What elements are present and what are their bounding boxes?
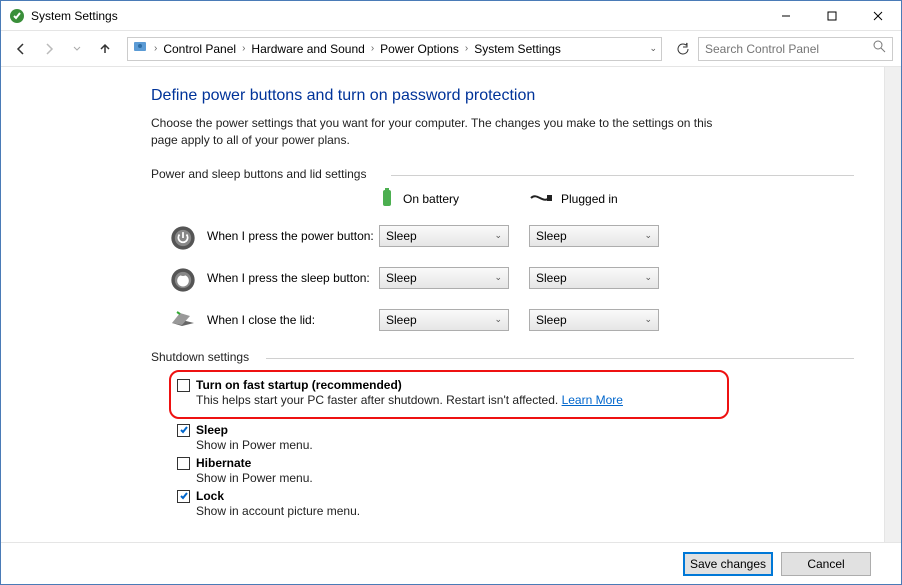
chevron-down-icon: ⌄	[494, 272, 502, 283]
crumb-hardware-sound[interactable]: Hardware and Sound	[251, 42, 364, 56]
chevron-right-icon: ›	[465, 43, 468, 54]
section-header-buttons: Power and sleep buttons and lid settings	[151, 167, 884, 181]
lock-sub: Show in account picture menu.	[196, 504, 360, 518]
checkbox-sleep[interactable]	[177, 424, 190, 437]
chevron-down-icon: ⌄	[644, 230, 652, 241]
select-sleep-plugged[interactable]: Sleep⌄	[529, 267, 659, 289]
page-description: Choose the power settings that you want …	[151, 115, 721, 149]
recent-dropdown[interactable]	[65, 37, 89, 61]
app-icon	[9, 8, 25, 24]
select-lid-plugged[interactable]: Sleep⌄	[529, 309, 659, 331]
checkbox-lock[interactable]	[177, 490, 190, 503]
window-title: System Settings	[31, 9, 118, 23]
page-title: Define power buttons and turn on passwor…	[151, 87, 884, 105]
row-close-lid: When I close the lid: Sleep⌄ Sleep⌄	[169, 308, 729, 332]
up-button[interactable]	[93, 37, 117, 61]
checkbox-hibernate[interactable]	[177, 457, 190, 470]
hibernate-label: Hibernate	[196, 456, 313, 470]
fast-startup-label: Turn on fast startup (recommended)	[196, 378, 623, 392]
vertical-scrollbar[interactable]	[884, 67, 901, 542]
search-icon	[873, 40, 886, 58]
crumb-system-settings[interactable]: System Settings	[474, 42, 561, 56]
plug-icon	[529, 190, 553, 209]
maximize-button[interactable]	[809, 1, 855, 31]
chevron-right-icon: ›	[154, 43, 157, 54]
minimize-button[interactable]	[763, 1, 809, 31]
crumb-power-options[interactable]: Power Options	[380, 42, 459, 56]
refresh-button[interactable]	[672, 38, 694, 60]
titlebar: System Settings	[1, 1, 901, 31]
lock-label: Lock	[196, 489, 360, 503]
back-button[interactable]	[9, 37, 33, 61]
fast-startup-highlight: Turn on fast startup (recommended) This …	[169, 370, 729, 419]
cancel-button[interactable]: Cancel	[781, 552, 871, 576]
chevron-down-icon: ⌄	[494, 314, 502, 325]
crumb-control-panel[interactable]: Control Panel	[163, 42, 236, 56]
breadcrumb[interactable]: › Control Panel › Hardware and Sound › P…	[127, 37, 662, 61]
power-button-icon	[169, 224, 197, 248]
content-area: Define power buttons and turn on passwor…	[1, 67, 884, 542]
select-sleep-battery[interactable]: Sleep⌄	[379, 267, 509, 289]
control-panel-icon	[132, 39, 148, 58]
chevron-down-icon[interactable]: ⌄	[649, 43, 657, 54]
chevron-down-icon: ⌄	[494, 230, 502, 241]
section-header-shutdown: Shutdown settings	[151, 350, 884, 364]
battery-icon	[379, 187, 395, 212]
save-button[interactable]: Save changes	[683, 552, 773, 576]
lid-icon	[169, 308, 197, 332]
chevron-down-icon: ⌄	[644, 314, 652, 325]
sleep-button-icon	[169, 266, 197, 290]
checkbox-fast-startup[interactable]	[177, 379, 190, 392]
sleep-label: Sleep	[196, 423, 313, 437]
select-power-battery[interactable]: Sleep⌄	[379, 225, 509, 247]
hibernate-sub: Show in Power menu.	[196, 471, 313, 485]
chevron-right-icon: ›	[242, 43, 245, 54]
search-input[interactable]	[705, 42, 873, 56]
col-on-battery: On battery	[379, 187, 529, 212]
select-power-plugged[interactable]: Sleep⌄	[529, 225, 659, 247]
chevron-right-icon: ›	[371, 43, 374, 54]
close-button[interactable]	[855, 1, 901, 31]
footer: Save changes Cancel	[1, 542, 901, 584]
learn-more-link[interactable]: Learn More	[562, 393, 623, 407]
row-power-button: When I press the power button: Sleep⌄ Sl…	[169, 224, 729, 248]
fast-startup-sub: This helps start your PC faster after sh…	[196, 393, 623, 407]
toolbar: › Control Panel › Hardware and Sound › P…	[1, 31, 901, 67]
col-plugged-in: Plugged in	[529, 187, 679, 212]
select-lid-battery[interactable]: Sleep⌄	[379, 309, 509, 331]
chevron-down-icon: ⌄	[644, 272, 652, 283]
sleep-sub: Show in Power menu.	[196, 438, 313, 452]
forward-button[interactable]	[37, 37, 61, 61]
search-box[interactable]	[698, 37, 893, 61]
row-sleep-button: When I press the sleep button: Sleep⌄ Sl…	[169, 266, 729, 290]
